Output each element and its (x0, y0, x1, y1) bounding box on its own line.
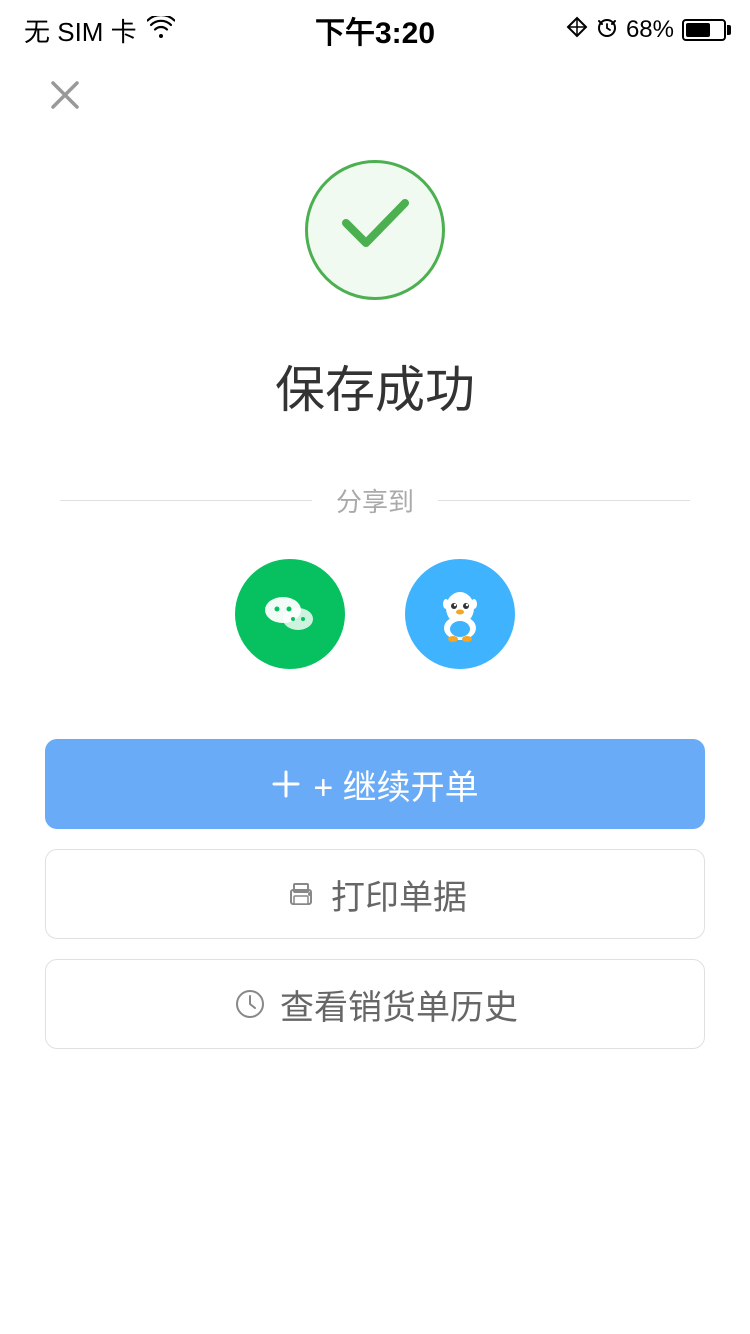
carrier-text: 无 SIM 卡 (24, 12, 137, 49)
wifi-icon (147, 16, 175, 45)
print-icon (283, 876, 319, 912)
continue-label: + 继续开单 (313, 760, 478, 809)
status-bar: 无 SIM 卡 下午3:20 68% (0, 0, 750, 60)
close-icon (49, 79, 81, 111)
alarm-icon (596, 16, 618, 45)
action-buttons: + 继续开单 打印单据 查看销货单历史 (45, 739, 705, 1049)
print-label: 打印单据 (331, 870, 467, 919)
status-left: 无 SIM 卡 (24, 12, 175, 49)
battery-icon (682, 19, 726, 41)
checkmark-icon (338, 188, 413, 269)
location-icon (566, 16, 588, 45)
history-label: 查看销货单历史 (280, 980, 518, 1029)
close-button[interactable] (40, 70, 90, 120)
history-icon (232, 986, 268, 1022)
print-button[interactable]: 打印单据 (45, 849, 705, 939)
qq-share-button[interactable] (405, 559, 515, 669)
wechat-icon (258, 582, 323, 647)
share-icons (235, 559, 515, 669)
share-label: 分享到 (312, 482, 438, 519)
wechat-share-button[interactable] (235, 559, 345, 669)
plus-icon (271, 769, 301, 799)
continue-button[interactable]: + 继续开单 (45, 739, 705, 829)
divider-right (438, 500, 690, 501)
main-content: 保存成功 分享到 (0, 60, 750, 1049)
share-section: 分享到 (0, 482, 750, 519)
battery-percentage: 68% (626, 16, 674, 44)
divider-left (60, 500, 312, 501)
status-time: 下午3:20 (315, 8, 435, 52)
success-title: 保存成功 (275, 350, 475, 422)
history-button[interactable]: 查看销货单历史 (45, 959, 705, 1049)
qq-icon (428, 582, 493, 647)
status-right: 68% (566, 16, 726, 45)
success-circle (305, 160, 445, 300)
